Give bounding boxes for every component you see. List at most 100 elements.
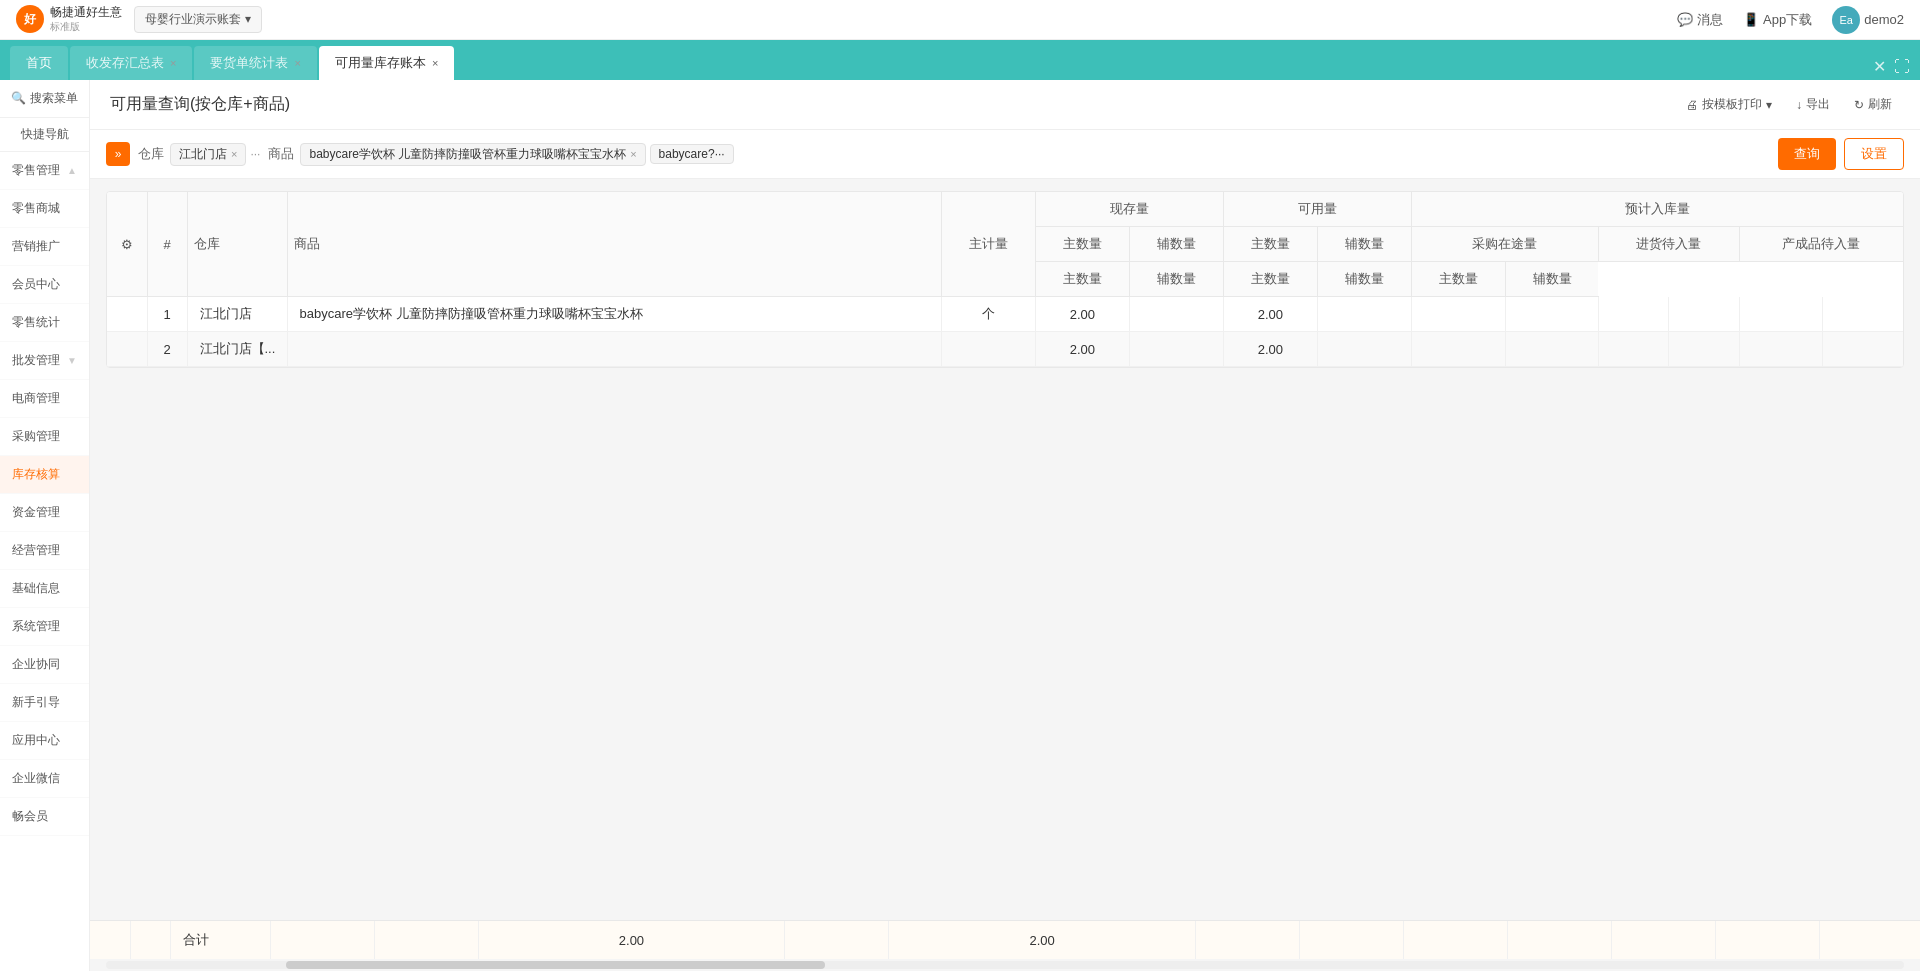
td-num: 1 <box>147 297 187 332</box>
th-warehouse: 仓库 <box>187 192 287 297</box>
tab-available[interactable]: 可用量库存账本 × <box>319 46 454 80</box>
sidebar-item-finance-mgmt[interactable]: 资金管理 <box>0 494 89 532</box>
nav-tabs-right: ✕ ⛶ <box>1873 57 1910 76</box>
td-pp-aux <box>1823 297 1903 332</box>
td-pt-aux <box>1505 297 1598 332</box>
th-forecast-in: 预计入库量 <box>1411 192 1903 227</box>
sidebar-item-retail-store[interactable]: 零售商城 <box>0 190 89 228</box>
export-label: 导出 <box>1806 96 1830 113</box>
tab-order-stats-close[interactable]: × <box>294 57 300 69</box>
sidebar-item-retail-store-label: 零售商城 <box>12 200 60 217</box>
summary-section: 合计 2.00 2.00 <box>90 920 1920 959</box>
message-icon: 💬 <box>1677 12 1693 27</box>
sidebar-item-basic-info-label: 基础信息 <box>12 580 60 597</box>
sidebar-item-system-mgmt[interactable]: 系统管理 <box>0 608 89 646</box>
refresh-button[interactable]: ↻ 刷新 <box>1846 92 1900 117</box>
td-unit: 个 <box>941 297 1035 332</box>
warehouse-tag-jiangbei-remove[interactable]: × <box>231 148 237 160</box>
sidebar-item-enterprise-wechat[interactable]: 企业微信 <box>0 760 89 798</box>
product-filter-label: 商品 <box>268 145 294 163</box>
settings-button[interactable]: 设置 <box>1844 138 1904 170</box>
th-settings: ⚙ <box>107 192 147 297</box>
sidebar-item-basic-info[interactable]: 基础信息 <box>0 570 89 608</box>
sidebar-item-enterprise-wechat-label: 企业微信 <box>12 770 60 787</box>
warehouse-more[interactable]: ··· <box>250 147 260 161</box>
page-title: 可用量查询(按仓库+商品) <box>110 94 290 115</box>
td-settings <box>107 297 147 332</box>
scroll-thumb[interactable] <box>286 961 825 969</box>
sidebar-item-finance-mgmt-label: 资金管理 <box>12 504 60 521</box>
home-label: 首页 <box>26 54 52 72</box>
total-available-main: 2.00 <box>889 921 1196 959</box>
product-tag-babycare2[interactable]: babycare?··· <box>650 144 734 164</box>
sidebar-item-member-center[interactable]: 会员中心 <box>0 266 89 304</box>
sidebar-search[interactable]: 🔍 搜索菜单 <box>0 80 89 118</box>
subtotal-pt-main <box>1411 332 1505 367</box>
expand-icon: ▲ <box>67 165 77 176</box>
sidebar-item-vip-member-label: 畅会员 <box>12 808 48 825</box>
tab-available-close[interactable]: × <box>432 57 438 69</box>
product-tag-babycare[interactable]: babycare学饮杯 儿童防摔防撞吸管杯重力球吸嘴杯宝宝水杯 × <box>300 143 645 166</box>
sidebar-item-marketing[interactable]: 营销推广 <box>0 228 89 266</box>
sidebar-item-inventory-check[interactable]: 库存核算 <box>0 456 89 494</box>
total-pp-main <box>1716 921 1820 959</box>
td-available-aux <box>1317 297 1411 332</box>
app-download-item[interactable]: 📱 App下载 <box>1743 11 1812 29</box>
th-current-main: 主数量 <box>1035 227 1129 262</box>
sidebar-item-enterprise-collab[interactable]: 企业协同 <box>0 646 89 684</box>
industry-selector[interactable]: 母婴行业演示账套 ▾ <box>134 6 262 33</box>
message-item[interactable]: 💬 消息 <box>1677 11 1723 29</box>
tab-collection-close[interactable]: × <box>170 57 176 69</box>
subtotal-num: 2 <box>147 332 187 367</box>
sidebar-item-ecommerce-mgmt[interactable]: 电商管理 <box>0 380 89 418</box>
product-tag-babycare2-label: babycare?··· <box>659 147 725 161</box>
search-label: 搜索菜单 <box>30 91 78 105</box>
export-button[interactable]: ↓ 导出 <box>1788 92 1838 117</box>
warehouse-tag-jiangbei[interactable]: 江北门店 × <box>170 143 246 166</box>
print-button[interactable]: 🖨 按模板打印 ▾ <box>1678 92 1780 117</box>
filter-expand-button[interactable]: » <box>106 142 130 166</box>
query-button[interactable]: 查询 <box>1778 138 1836 170</box>
sidebar-item-purchase-mgmt[interactable]: 采购管理 <box>0 418 89 456</box>
sidebar-item-retail-mgmt[interactable]: 零售管理 ▲ <box>0 152 89 190</box>
subtotal-current-main: 2.00 <box>1035 332 1129 367</box>
horizontal-scrollbar[interactable] <box>90 959 1920 971</box>
subtotal-pp-main <box>1739 332 1822 367</box>
chevron-print-icon: ▾ <box>1766 98 1772 112</box>
total-pi-main <box>1508 921 1612 959</box>
sidebar-item-new-guide[interactable]: 新手引导 <box>0 684 89 722</box>
user-item[interactable]: Ea demo2 <box>1832 6 1904 34</box>
scroll-track[interactable] <box>106 961 1904 969</box>
sidebar-item-app-center[interactable]: 应用中心 <box>0 722 89 760</box>
th-product-pending: 产成品待入量 <box>1739 227 1903 262</box>
tab-home[interactable]: 首页 <box>10 46 68 80</box>
sidebar-item-ops-mgmt[interactable]: 经营管理 <box>0 532 89 570</box>
sidebar-item-retail-stats[interactable]: 零售统计 <box>0 304 89 342</box>
user-name: demo2 <box>1864 12 1904 27</box>
product-tags: babycare学饮杯 儿童防摔防撞吸管杯重力球吸嘴杯宝宝水杯 × babyca… <box>300 143 733 166</box>
sidebar-item-wholesale-mgmt[interactable]: 批发管理 ▼ <box>0 342 89 380</box>
sidebar-item-wholesale-mgmt-label: 批发管理 <box>12 352 60 369</box>
td-pp-main <box>1739 297 1822 332</box>
logo-text-area: 畅捷通好生意 标准版 <box>50 5 122 33</box>
fullscreen-icon[interactable]: ⛶ <box>1894 58 1910 76</box>
sidebar-quick-nav[interactable]: 快捷导航 <box>0 118 89 152</box>
close-all-icon[interactable]: ✕ <box>1873 57 1886 76</box>
subtotal-warehouse: 江北门店【... <box>187 332 287 367</box>
sidebar-item-vip-member[interactable]: 畅会员 <box>0 798 89 836</box>
tab-collection[interactable]: 收发存汇总表 × <box>70 46 192 80</box>
tab-order-stats[interactable]: 要货单统计表 × <box>194 46 316 80</box>
expand-arrows-icon: » <box>115 147 122 161</box>
filter-actions: 查询 设置 <box>1778 138 1904 170</box>
product-tag-babycare-remove[interactable]: × <box>630 148 636 160</box>
table-container: ⚙ # 仓库 商品 主计量 现存量 可用量 预计入库量 主数量 辅数量 <box>106 191 1904 368</box>
tab-available-label: 可用量库存账本 <box>335 54 426 72</box>
sidebar-item-new-guide-label: 新手引导 <box>12 694 60 711</box>
industry-label: 母婴行业演示账套 <box>145 11 241 28</box>
avatar: Ea <box>1832 6 1860 34</box>
export-icon: ↓ <box>1796 98 1802 112</box>
td-warehouse: 江北门店 <box>187 297 287 332</box>
chevron-down-icon: ▾ <box>245 12 251 26</box>
sidebar-item-marketing-label: 营销推广 <box>12 238 60 255</box>
subtotal-settings <box>107 332 147 367</box>
